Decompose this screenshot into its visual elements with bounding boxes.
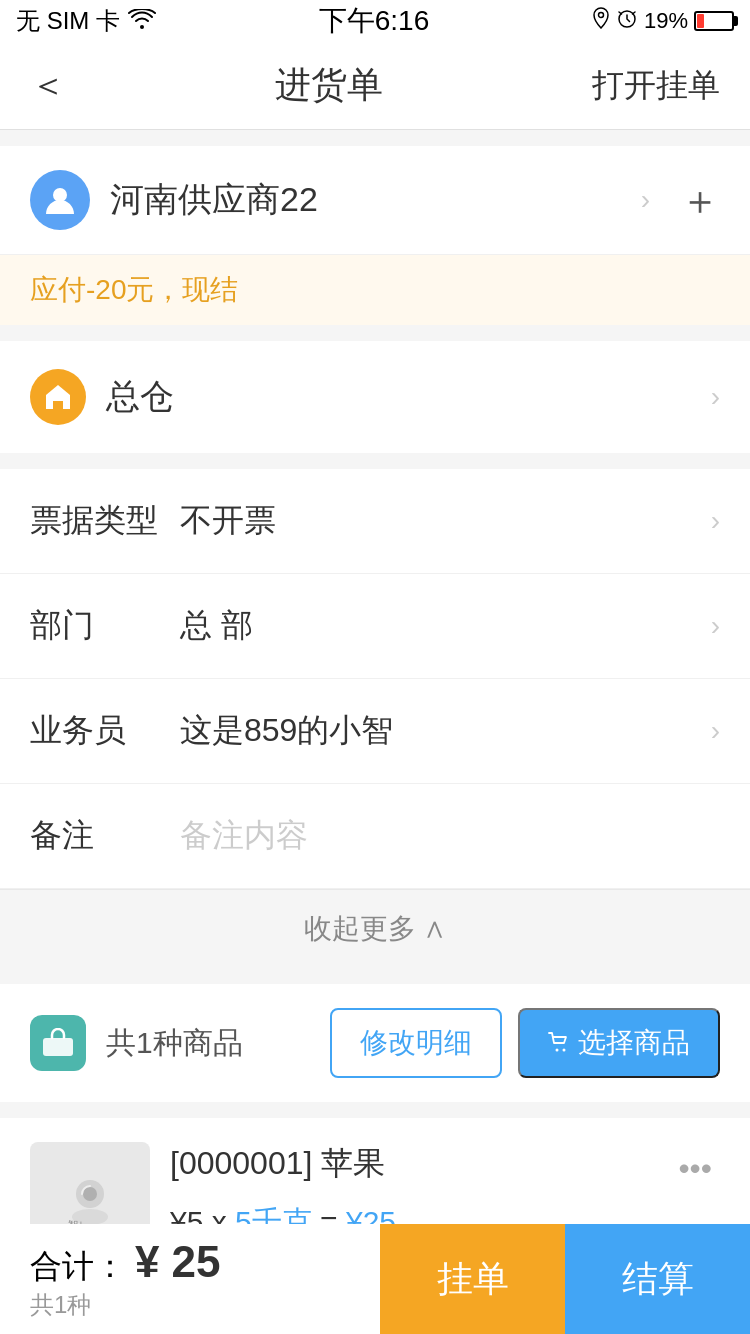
carrier-text: 无 SIM 卡 <box>16 5 120 37</box>
wifi-icon <box>128 7 156 35</box>
collapse-row[interactable]: 收起更多 ∧ <box>0 889 750 968</box>
remark-row[interactable]: 备注 备注内容 <box>0 784 750 889</box>
alarm-icon <box>616 7 638 35</box>
svg-point-2 <box>53 188 67 202</box>
department-arrow-icon: › <box>711 610 720 642</box>
status-right: 19% <box>592 7 734 35</box>
supplier-section: 河南供应商22 › ＋ 应付-20元，现结 <box>0 146 750 325</box>
total-label: 合计： <box>30 1248 126 1284</box>
total-amount: ¥ 25 <box>135 1237 221 1286</box>
supplier-row[interactable]: 河南供应商22 › ＋ <box>0 146 750 255</box>
svg-point-9 <box>83 1187 97 1201</box>
svg-point-5 <box>556 1049 559 1052</box>
form-section: 票据类型 不开票 › 部门 总 部 › 业务员 这是859的小智 › 备注 备注… <box>0 469 750 968</box>
product-header: 共1种商品 修改明细 选择商品 <box>0 984 750 1102</box>
checkout-button[interactable]: 结算 <box>565 1224 750 1334</box>
warehouse-row[interactable]: 总仓 › <box>0 341 750 453</box>
product-more-button[interactable]: ••• <box>670 1142 720 1195</box>
salesman-value: 这是859的小智 <box>180 709 711 753</box>
department-row[interactable]: 部门 总 部 › <box>0 574 750 679</box>
total-count: 共1种 <box>30 1289 350 1321</box>
product-thumb-icon: 智+ <box>60 1172 120 1232</box>
status-bar: 无 SIM 卡 下午6:16 <box>0 0 750 42</box>
invoice-label: 票据类型 <box>30 499 160 543</box>
supplier-avatar <box>30 170 90 230</box>
remark-label: 备注 <box>30 814 160 858</box>
warehouse-section: 总仓 › <box>0 341 750 453</box>
person-icon <box>42 182 78 218</box>
product-count-icon <box>30 1015 86 1071</box>
svg-rect-3 <box>53 401 63 409</box>
product-count-text: 共1种商品 <box>106 1023 330 1064</box>
department-value: 总 部 <box>180 604 711 648</box>
location-icon <box>592 7 610 35</box>
warehouse-arrow-icon: › <box>711 381 720 413</box>
nav-bar: ＜ 进货单 打开挂单 <box>0 42 750 130</box>
supplier-arrow-icon: › <box>641 184 650 216</box>
select-product-button[interactable]: 选择商品 <box>518 1008 720 1078</box>
remark-input[interactable]: 备注内容 <box>180 814 720 858</box>
info-banner: 应付-20元，现结 <box>0 255 750 325</box>
svg-rect-4 <box>43 1038 73 1056</box>
hang-button[interactable]: 挂单 <box>380 1224 565 1334</box>
edit-detail-button[interactable]: 修改明细 <box>330 1008 502 1078</box>
invoice-arrow-icon: › <box>711 505 720 537</box>
salesman-label: 业务员 <box>30 709 160 753</box>
status-left: 无 SIM 卡 <box>16 5 156 37</box>
status-time: 下午6:16 <box>319 2 430 40</box>
supplier-name: 河南供应商22 <box>110 177 641 223</box>
total-section: 合计： ¥ 25 共1种 <box>0 1237 380 1321</box>
home-icon <box>42 381 74 413</box>
warehouse-icon <box>30 369 86 425</box>
invoice-value: 不开票 <box>180 499 711 543</box>
invoice-row[interactable]: 票据类型 不开票 › <box>0 469 750 574</box>
department-label: 部门 <box>30 604 160 648</box>
battery-icon <box>694 11 734 31</box>
back-button[interactable]: ＜ <box>30 61 66 110</box>
salesman-row[interactable]: 业务员 这是859的小智 › <box>0 679 750 784</box>
page-title: 进货单 <box>275 61 383 110</box>
add-supplier-button[interactable]: ＋ <box>680 173 720 228</box>
product-name: [0000001] 苹果 <box>170 1142 650 1186</box>
select-product-label: 选择商品 <box>578 1024 690 1062</box>
bottom-bar: 合计： ¥ 25 共1种 挂单 结算 <box>0 1224 750 1334</box>
svg-point-6 <box>563 1049 566 1052</box>
svg-point-0 <box>598 13 603 18</box>
salesman-arrow-icon: › <box>711 715 720 747</box>
cart-icon <box>548 1032 570 1054</box>
battery-percent: 19% <box>644 8 688 34</box>
open-hang-button[interactable]: 打开挂单 <box>592 64 720 108</box>
warehouse-name: 总仓 <box>106 374 711 420</box>
shopping-bag-icon <box>41 1028 75 1058</box>
